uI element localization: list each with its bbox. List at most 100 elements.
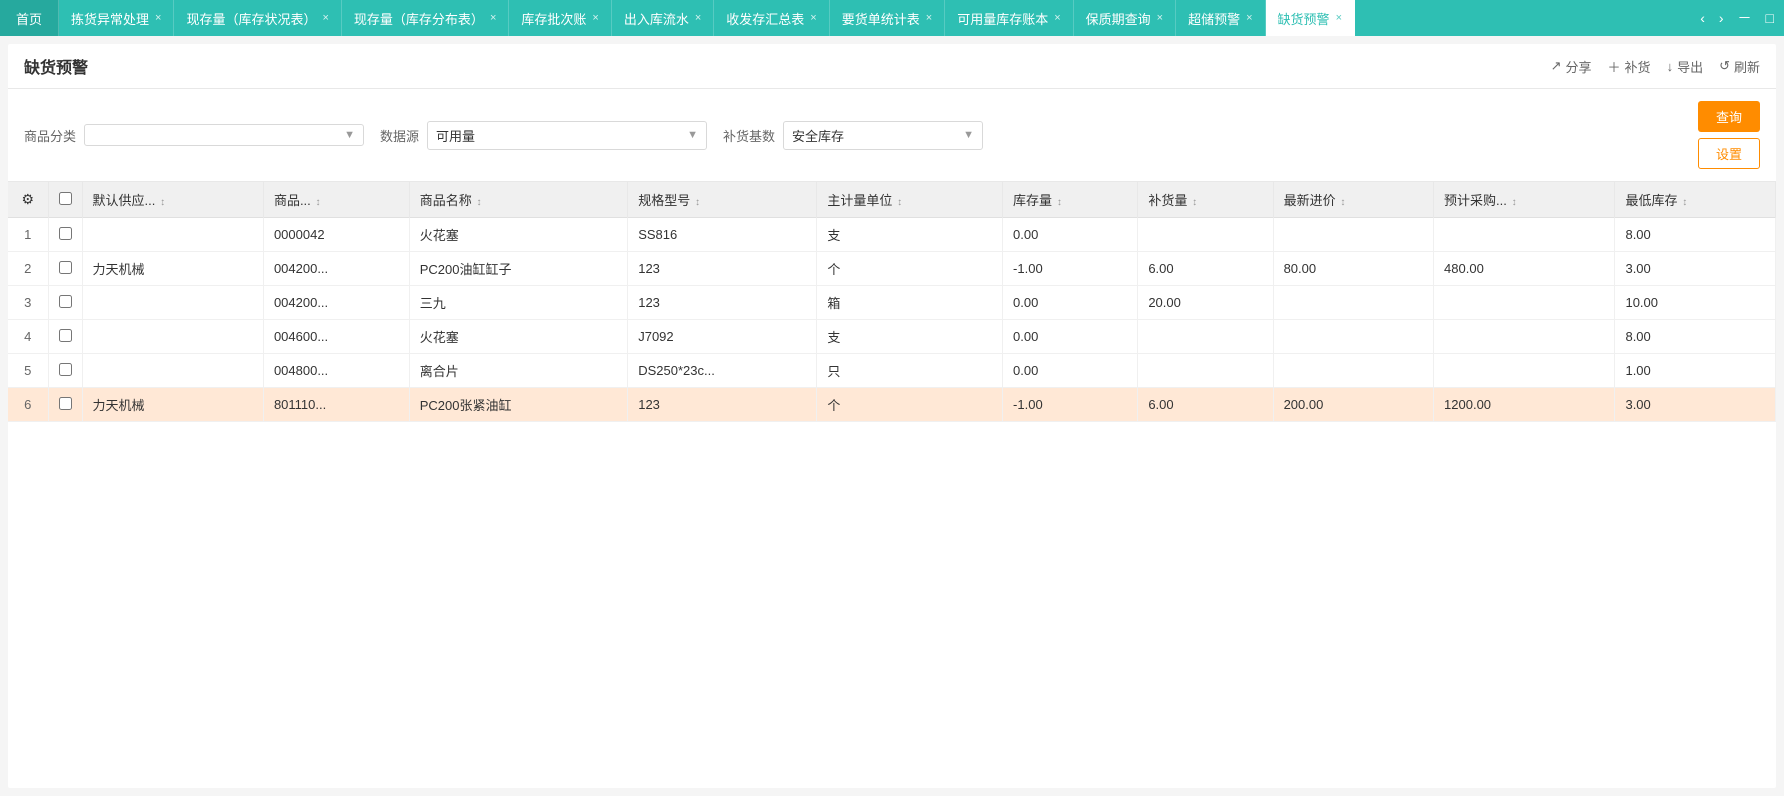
- export-button[interactable]: ↓ 导出: [1667, 57, 1704, 76]
- col-header-settings: ⚙: [8, 182, 48, 218]
- row-checkbox[interactable]: [59, 363, 72, 376]
- col-header-product_code[interactable]: 商品... ↕: [263, 182, 409, 218]
- tab-close-expiry-query[interactable]: ×: [1157, 12, 1163, 24]
- query-button[interactable]: 查询: [1698, 101, 1760, 132]
- tab-expiry-query[interactable]: 保质期查询×: [1074, 0, 1176, 36]
- col-header-supplier[interactable]: 默认供应... ↕: [82, 182, 263, 218]
- next-tab-btn[interactable]: ›: [1713, 7, 1730, 29]
- row-checkbox[interactable]: [59, 261, 72, 274]
- cell-product-name: 三九: [409, 286, 628, 320]
- cell-replenish-qty: 20.00: [1138, 286, 1273, 320]
- replenish-base-select[interactable]: 安全库存 ▼: [783, 121, 983, 150]
- sort-icon-supplier: ↕: [157, 197, 165, 208]
- cell-product-code: 004200...: [263, 252, 409, 286]
- replenish-button[interactable]: ＋ 补货: [1608, 57, 1651, 76]
- cell-spec: 123: [628, 252, 817, 286]
- tab-close-collect-summary[interactable]: ×: [810, 12, 816, 24]
- settings-button[interactable]: 设置: [1698, 138, 1760, 169]
- tab-inventory-status[interactable]: 现存量（库存状况表）×: [174, 0, 341, 36]
- cell-min-stock: 10.00: [1615, 286, 1776, 320]
- tab-label-collect-summary: 收发存汇总表: [726, 9, 804, 28]
- minimize-btn[interactable]: －: [1732, 7, 1758, 29]
- col-header-latest_price[interactable]: 最新进价 ↕: [1273, 182, 1433, 218]
- cell-spec: 123: [628, 286, 817, 320]
- cell-checkbox[interactable]: [48, 252, 82, 286]
- cell-product-name: 离合片: [409, 354, 628, 388]
- cell-latest-price: [1273, 320, 1433, 354]
- tab-overstock[interactable]: 超储预警×: [1176, 0, 1265, 36]
- datasource-dropdown-icon: ▼: [687, 129, 698, 141]
- table-header-row: ⚙ 默认供应... ↕商品... ↕商品名称 ↕规格型号 ↕主计量单位 ↕库存量 …: [8, 182, 1776, 218]
- col-header-unit[interactable]: 主计量单位 ↕: [817, 182, 1003, 218]
- cell-replenish-qty: [1138, 354, 1273, 388]
- cell-supplier: [82, 354, 263, 388]
- cell-unit: 个: [817, 252, 1003, 286]
- category-label: 商品分类: [24, 126, 76, 145]
- tab-close-inventory-status[interactable]: ×: [322, 12, 328, 24]
- cell-product-name: PC200张紧油缸: [409, 388, 628, 422]
- category-dropdown-icon: ▼: [344, 129, 355, 141]
- cell-checkbox[interactable]: [48, 354, 82, 388]
- cell-stock: -1.00: [1003, 252, 1138, 286]
- col-header-est_purchase[interactable]: 预计采购... ↕: [1434, 182, 1615, 218]
- cell-checkbox[interactable]: [48, 286, 82, 320]
- cell-checkbox[interactable]: [48, 218, 82, 252]
- tab-close-abnormal[interactable]: ×: [155, 12, 161, 24]
- col-header-product_name[interactable]: 商品名称 ↕: [409, 182, 628, 218]
- row-checkbox[interactable]: [59, 329, 72, 342]
- table-container: ⚙ 默认供应... ↕商品... ↕商品名称 ↕规格型号 ↕主计量单位 ↕库存量 …: [8, 182, 1776, 788]
- datasource-select[interactable]: 可用量 ▼: [427, 121, 707, 150]
- tab-available-ledger[interactable]: 可用量库存账本×: [945, 0, 1073, 36]
- tab-close-batch-account[interactable]: ×: [592, 12, 598, 24]
- col-header-replenish_qty[interactable]: 补货量 ↕: [1138, 182, 1273, 218]
- maximize-btn[interactable]: □: [1760, 7, 1780, 29]
- tab-close-inventory-dist[interactable]: ×: [490, 12, 496, 24]
- filter-bar: 商品分类 ▼ 数据源 可用量 ▼ 补货基数 安全库存 ▼ 查询 设置: [8, 89, 1776, 182]
- cell-supplier: [82, 320, 263, 354]
- row-checkbox[interactable]: [59, 295, 72, 308]
- cell-est-purchase: [1434, 354, 1615, 388]
- tab-close-available-ledger[interactable]: ×: [1054, 12, 1060, 24]
- col-header-min_stock[interactable]: 最低库存 ↕: [1615, 182, 1776, 218]
- prev-tab-btn[interactable]: ‹: [1694, 7, 1711, 29]
- cell-checkbox[interactable]: [48, 388, 82, 422]
- settings-icon[interactable]: ⚙: [21, 191, 34, 207]
- cell-est-purchase: 480.00: [1434, 252, 1615, 286]
- tab-collect-summary[interactable]: 收发存汇总表 ×: [714, 0, 829, 36]
- tab-order-stats[interactable]: 要货单统计表×: [830, 0, 945, 36]
- cell-min-stock: 3.00: [1615, 252, 1776, 286]
- col-header-spec[interactable]: 规格型号 ↕: [628, 182, 817, 218]
- tab-shortage[interactable]: 缺货预警×: [1266, 0, 1355, 36]
- replenish-base-value: 安全库存: [792, 126, 844, 145]
- cell-est-purchase: [1434, 320, 1615, 354]
- row-checkbox[interactable]: [59, 227, 72, 240]
- cell-product-name: 火花塞: [409, 320, 628, 354]
- cell-supplier: [82, 286, 263, 320]
- tab-home[interactable]: 首页: [0, 0, 59, 36]
- tab-close-overstock[interactable]: ×: [1246, 12, 1252, 24]
- share-button[interactable]: ↗ 分享: [1551, 57, 1592, 76]
- category-select[interactable]: ▼: [84, 124, 364, 146]
- col-header-stock[interactable]: 库存量 ↕: [1003, 182, 1138, 218]
- category-filter-group: 商品分类 ▼: [24, 124, 364, 146]
- tab-abnormal[interactable]: 拣货异常处理×: [59, 0, 174, 36]
- cell-replenish-qty: [1138, 320, 1273, 354]
- select-all-checkbox[interactable]: [59, 192, 72, 205]
- tab-close-shortage[interactable]: ×: [1336, 12, 1342, 24]
- tab-close-order-stats[interactable]: ×: [926, 12, 932, 24]
- cell-est-purchase: 1200.00: [1434, 388, 1615, 422]
- cell-unit: 只: [817, 354, 1003, 388]
- tab-close-inout-flow[interactable]: ×: [695, 12, 701, 24]
- datasource-filter-group: 数据源 可用量 ▼: [380, 121, 707, 150]
- cell-min-stock: 3.00: [1615, 388, 1776, 422]
- row-checkbox[interactable]: [59, 397, 72, 410]
- cell-product-code: 0000042: [263, 218, 409, 252]
- tab-batch-account[interactable]: 库存批次账×: [509, 0, 611, 36]
- refresh-button[interactable]: ↺ 刷新: [1719, 57, 1760, 76]
- sort-icon-stock: ↕: [1054, 197, 1062, 208]
- cell-spec: J7092: [628, 320, 817, 354]
- cell-checkbox[interactable]: [48, 320, 82, 354]
- tab-inventory-dist[interactable]: 现存量（库存分布表） ×: [342, 0, 509, 36]
- tab-label-inventory-dist: 现存量（库存分布表）: [354, 9, 484, 28]
- tab-inout-flow[interactable]: 出入库流水×: [612, 0, 714, 36]
